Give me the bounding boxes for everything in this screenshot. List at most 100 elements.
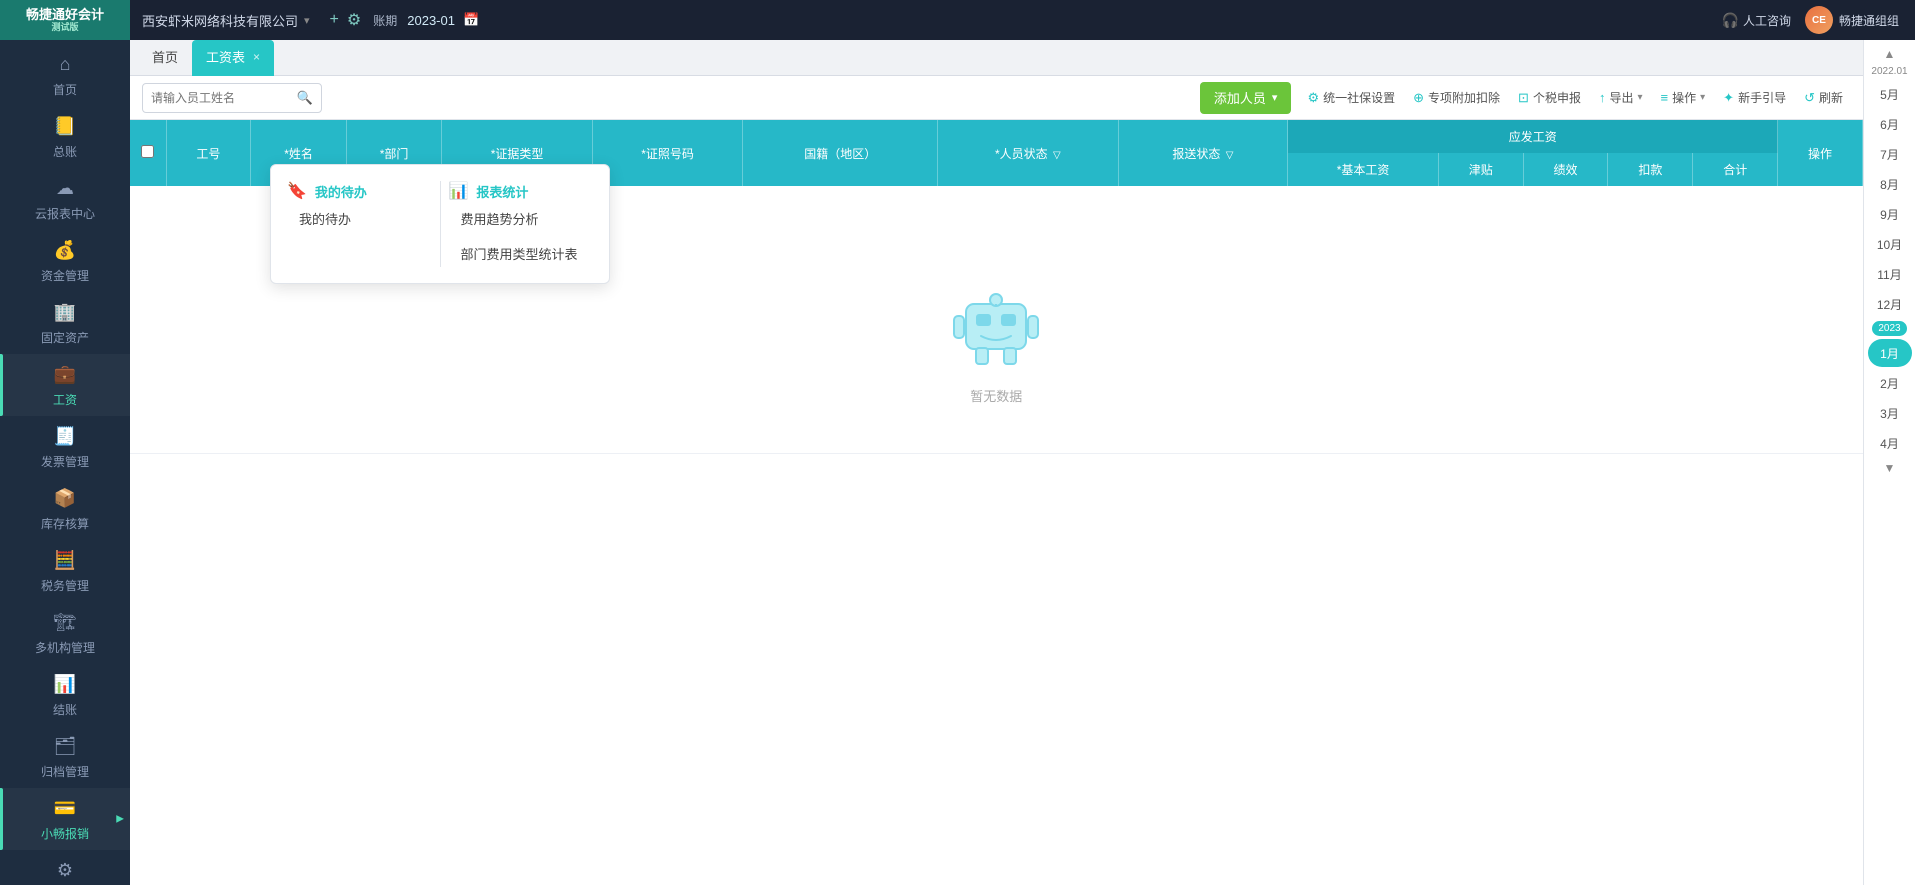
sidebar-item-fixed-assets[interactable]: 🏢 固定资产 — [0, 292, 130, 354]
no-data-illustration — [946, 274, 1046, 374]
sidebar-item-cloud-reports[interactable]: ☁ 云报表中心 — [0, 168, 130, 230]
export-label: 导出 — [1609, 89, 1633, 106]
popup-col-todo: 🔖 我的待办 我的待办 — [287, 181, 432, 267]
col-report-status: 报送状态 ▽ — [1118, 120, 1288, 186]
operations-button[interactable]: ≡ 操作 ▾ — [1653, 85, 1714, 110]
support-label: 人工咨询 — [1743, 12, 1791, 29]
app-logo: 畅捷通好会计 测试版 — [26, 7, 104, 33]
search-wrap: 🔍 — [142, 83, 322, 113]
timeline-month-2023-2[interactable]: 2月 — [1868, 369, 1912, 397]
add-person-label: 添加人员 — [1214, 88, 1266, 107]
timeline-month-2022-10[interactable]: 10月 — [1868, 230, 1912, 258]
new-guide-label: 新手引导 — [1738, 89, 1786, 106]
timeline-month-2022-7[interactable]: 7月 — [1868, 140, 1912, 168]
refresh-label: 刷新 — [1819, 89, 1843, 106]
expense-icon: 💳 — [54, 798, 76, 819]
social-settings-label: 统一社保设置 — [1323, 89, 1395, 106]
timeline-month-2022-8[interactable]: 8月 — [1868, 170, 1912, 198]
user-avatar: CE — [1805, 6, 1833, 34]
popup-item-expense-trend[interactable]: 费用趋势分析 — [453, 205, 594, 232]
sidebar-item-salary[interactable]: 💼 工资 — [0, 354, 130, 416]
ledger-icon: 📒 — [54, 116, 76, 137]
add-icon[interactable]: + — [330, 11, 339, 29]
sidebar-item-general-ledger[interactable]: 📒 总账 — [0, 106, 130, 168]
header-actions: + ⚙ 账期 2023-01 📅 — [322, 10, 488, 30]
export-button[interactable]: ↑ 导出 ▾ — [1591, 85, 1651, 110]
toolbar-actions: ⚙ 统一社保设置 ⊕ 专项附加扣除 ⊡ 个税申报 ↑ 导出 ▾ ≡ — [1299, 85, 1851, 110]
timeline-month-2022-9[interactable]: 9月 — [1868, 200, 1912, 228]
sidebar-label-tax: 税务管理 — [41, 577, 89, 594]
sidebar-item-settlement[interactable]: 📊 结账 — [0, 664, 130, 726]
dropdown-popup: 🔖 我的待办 我的待办 📊 报表统计 — [270, 164, 610, 284]
col-group-salary: 应发工资 — [1288, 120, 1778, 153]
todo-icon: 🔖 — [287, 181, 307, 201]
refresh-button[interactable]: ↺ 刷新 — [1796, 85, 1851, 110]
export-icon: ↑ — [1599, 90, 1606, 105]
tax-report-button[interactable]: ⊡ 个税申报 — [1510, 85, 1589, 110]
settlement-icon: 📊 — [54, 674, 76, 695]
sidebar-label-fund: 资金管理 — [41, 267, 89, 284]
social-settings-button[interactable]: ⚙ 统一社保设置 — [1299, 85, 1403, 110]
tab-close-icon[interactable]: × — [253, 50, 260, 64]
add-person-button[interactable]: 添加人员 ▾ — [1200, 82, 1292, 114]
sidebar-item-multi-org[interactable]: 🏗 多机构管理 — [0, 602, 130, 664]
sidebar-item-inventory[interactable]: 📦 库存核算 — [0, 478, 130, 540]
sidebar-label-multi-org: 多机构管理 — [35, 639, 95, 656]
popup-columns: 🔖 我的待办 我的待办 📊 报表统计 — [287, 181, 593, 267]
settings-gear-icon: ⚙ — [57, 860, 73, 881]
timeline-year-badge-2023: 2023 — [1872, 321, 1906, 336]
new-guide-button[interactable]: ✦ 新手引导 — [1715, 85, 1794, 110]
timeline-month-2022-5[interactable]: 5月 — [1868, 80, 1912, 108]
settings-icon[interactable]: ⚙ — [347, 10, 361, 30]
sidebar-item-basic-settings[interactable]: ⚙ 基础设置 — [0, 850, 130, 885]
period-label: 账期 — [373, 12, 397, 29]
col-checkbox[interactable] — [130, 120, 166, 186]
search-input[interactable] — [151, 91, 293, 105]
avatar-initials: CE — [1812, 15, 1826, 26]
popup-section-todo-title: 🔖 我的待办 — [287, 181, 432, 201]
sidebar-item-home[interactable]: ⌂ 首页 — [0, 44, 130, 106]
popup-item-my-todo[interactable]: 我的待办 — [291, 205, 432, 232]
content-area: 首页 工资表 × 🔍 添加人员 ▾ ⚙ 统一社保设置 — [130, 40, 1863, 885]
invoice-icon: 🧾 — [54, 426, 76, 447]
select-all-checkbox[interactable] — [141, 145, 154, 158]
timeline-month-2023-1[interactable]: 1月 — [1868, 339, 1912, 367]
sidebar-label-assets: 固定资产 — [41, 329, 89, 346]
sidebar-item-tax[interactable]: 🧮 税务管理 — [0, 540, 130, 602]
tax-report-icon: ⊡ — [1518, 90, 1529, 106]
company-chevron-icon: ▾ — [304, 14, 310, 27]
table-container: 工号 *姓名 *部门 *证据类型 *证照号码 国籍（地区） *人员状态 ▽ 报送… — [130, 120, 1863, 885]
app-badge: 测试版 — [26, 22, 104, 33]
special-deduct-icon: ⊕ — [1413, 90, 1424, 106]
sidebar-item-expense[interactable]: 💳 小畅报销 ▶ — [0, 788, 130, 850]
timeline-panel: ▲ 2022.01 5月 6月 7月 8月 9月 10月 11月 12月 202… — [1863, 40, 1915, 885]
popup-item-dept-expense[interactable]: 部门费用类型统计表 — [453, 240, 594, 267]
status-filter-icon[interactable]: ▽ — [1053, 150, 1061, 161]
sidebar-item-archive[interactable]: 🗂 归档管理 — [0, 726, 130, 788]
sidebar-item-invoice[interactable]: 🧾 发票管理 — [0, 416, 130, 478]
report-filter-icon[interactable]: ▽ — [1226, 150, 1234, 161]
timeline-prev-button[interactable]: ▲ — [1876, 44, 1904, 64]
user-area[interactable]: CE 畅捷通组组 — [1805, 6, 1899, 34]
timeline-year-2022: 2022.01 — [1867, 64, 1911, 79]
company-selector[interactable]: 西安虾米网络科技有限公司 ▾ — [130, 11, 322, 30]
special-deduct-button[interactable]: ⊕ 专项附加扣除 — [1405, 85, 1508, 110]
export-arrow-icon: ▾ — [1637, 92, 1642, 103]
expense-chevron-icon: ▶ — [116, 814, 124, 825]
timeline-month-2023-4[interactable]: 4月 — [1868, 429, 1912, 457]
toolbar: 🔍 添加人员 ▾ ⚙ 统一社保设置 ⊕ 专项附加扣除 ⊡ 个税申报 — [130, 76, 1863, 120]
timeline-month-2023-3[interactable]: 3月 — [1868, 399, 1912, 427]
tab-salary[interactable]: 工资表 × — [192, 40, 274, 76]
timeline-month-2022-12[interactable]: 12月 — [1868, 290, 1912, 318]
timeline-month-2022-11[interactable]: 11月 — [1868, 260, 1912, 288]
multi-org-icon: 🏗 — [54, 612, 77, 633]
col-bonus: 津贴 — [1438, 153, 1523, 186]
timeline-month-2022-6[interactable]: 6月 — [1868, 110, 1912, 138]
popup-divider — [440, 181, 441, 267]
calendar-icon[interactable]: 📅 — [463, 12, 479, 28]
support-button[interactable]: 🎧 人工咨询 — [1722, 12, 1791, 29]
tab-home[interactable]: 首页 — [138, 40, 192, 76]
user-name: 畅捷通组组 — [1839, 12, 1899, 29]
timeline-next-button[interactable]: ▼ — [1876, 458, 1904, 478]
sidebar-item-fund-mgmt[interactable]: 💰 资金管理 — [0, 230, 130, 292]
